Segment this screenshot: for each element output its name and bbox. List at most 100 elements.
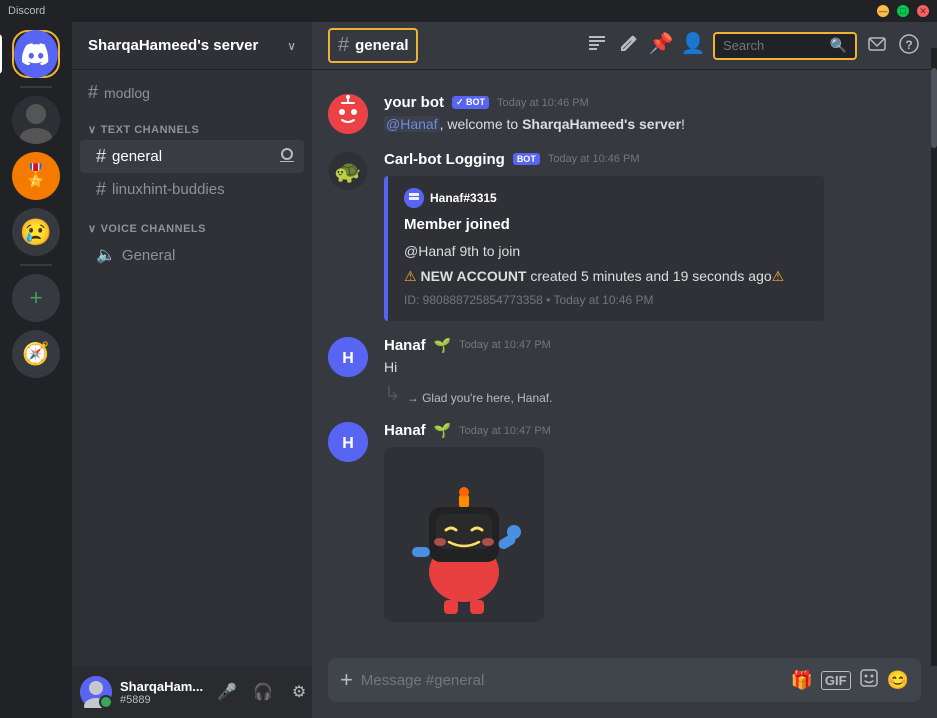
hanaf1-time: Today at 10:47 PM bbox=[459, 339, 551, 351]
embed-author: Hanaf#3315 bbox=[404, 188, 808, 208]
warning-icon-right: ⚠ bbox=[772, 268, 785, 284]
hanaf-mention[interactable]: @Hanaf bbox=[384, 116, 440, 132]
carlbot-embed: Hanaf#3315 Member joined @Hanaf 9th to j… bbox=[384, 176, 824, 321]
add-member-topbar-icon[interactable]: 👤 bbox=[681, 32, 705, 56]
hash-icon-linuxhint: # bbox=[96, 179, 106, 200]
search-box[interactable]: 🔍 bbox=[713, 32, 857, 60]
bot-badge-yourbot: ✓ BOT bbox=[452, 96, 489, 109]
new-member-badge: 🌱 bbox=[434, 337, 451, 354]
category-label: TEXT CHANNELS bbox=[101, 124, 200, 136]
reply-text: → Glad you're here, Hanaf. bbox=[407, 391, 553, 405]
message-input[interactable] bbox=[361, 672, 783, 689]
attach-button[interactable]: + bbox=[340, 667, 353, 693]
voice-channel-general[interactable]: 🔈 General bbox=[80, 239, 304, 271]
speaker-icon: 🔈 bbox=[96, 245, 116, 265]
plus-icon: + bbox=[30, 285, 43, 311]
home-icon bbox=[14, 30, 58, 78]
channel-item-modlog[interactable]: # modlog bbox=[72, 78, 312, 107]
gift-icon[interactable]: 🎁 bbox=[790, 670, 812, 691]
carlbot-author: Carl-bot Logging bbox=[384, 151, 505, 168]
add-member-icon[interactable] bbox=[280, 147, 296, 166]
mute-button[interactable]: 🎤 bbox=[211, 676, 243, 708]
scrollbar-track[interactable] bbox=[931, 48, 937, 666]
search-icon: 🔍 bbox=[830, 37, 847, 54]
message-group-hanaf2: H Hanaf 🌱 Today at 10:47 PM bbox=[328, 414, 921, 630]
input-icons: 🎁 GIF 😊 bbox=[790, 668, 909, 693]
window-controls: — □ ✕ bbox=[877, 5, 929, 17]
emoji-server-avatar: 😢 bbox=[12, 208, 60, 256]
message-group-hanaf1: H Hanaf 🌱 Today at 10:47 PM Hi bbox=[328, 329, 921, 386]
topbar-channel-name: general bbox=[355, 37, 408, 54]
svg-text:🐢: 🐢 bbox=[334, 159, 361, 184]
embed-field3: ID: 980888725854773358 • Today at 10:46 … bbox=[404, 291, 808, 309]
hash-icon: # bbox=[88, 82, 98, 103]
server-divider-2 bbox=[20, 264, 52, 266]
carlbot-avatar: 🐢 bbox=[328, 151, 368, 191]
message-input-box: + 🎁 GIF 😊 bbox=[328, 658, 921, 702]
edit-icon[interactable] bbox=[617, 32, 641, 56]
search-input[interactable] bbox=[723, 38, 824, 53]
user-discriminator: #5889 bbox=[120, 694, 203, 706]
hanaf2-message-header: Hanaf 🌱 Today at 10:47 PM bbox=[384, 422, 921, 439]
sticker-icon[interactable] bbox=[859, 668, 879, 693]
pin-icon[interactable]: 📌 bbox=[649, 32, 673, 56]
inbox-icon[interactable] bbox=[865, 32, 889, 56]
robot-sticker bbox=[394, 452, 534, 617]
chevron-icon: ∨ bbox=[88, 123, 97, 136]
hanaf1-message-header: Hanaf 🌱 Today at 10:47 PM bbox=[384, 337, 921, 354]
server-divider bbox=[20, 86, 52, 88]
minimize-button[interactable]: — bbox=[877, 5, 889, 17]
hanaf2-author: Hanaf bbox=[384, 422, 426, 439]
voice-category-label: VOICE CHANNELS bbox=[101, 223, 206, 235]
voice-channel-name: General bbox=[122, 247, 175, 264]
hanaf1-message-content: Hanaf 🌱 Today at 10:47 PM Hi bbox=[384, 337, 921, 378]
sticker-container bbox=[384, 447, 544, 622]
server-icon-emoji[interactable]: 😢 bbox=[12, 208, 60, 256]
carlbot-message-header: Carl-bot Logging BOT Today at 10:46 PM bbox=[384, 151, 921, 168]
add-server-button[interactable]: + bbox=[12, 274, 60, 322]
channel-name-modlog: modlog bbox=[104, 85, 150, 101]
new-member-badge-2: 🌱 bbox=[434, 422, 451, 439]
topbar-hash-icon: # bbox=[338, 34, 349, 57]
threads-icon[interactable] bbox=[585, 32, 609, 56]
reply-indicator: ↳ → Glad you're here, Hanaf. bbox=[328, 385, 921, 410]
help-icon[interactable]: ? bbox=[897, 32, 921, 56]
message-group-hanaf2-container: ↳ → Glad you're here, Hanaf. H Hanaf 🌱 bbox=[328, 385, 921, 630]
user-controls: 🎤 🎧 ⚙ bbox=[211, 676, 315, 708]
server-header[interactable]: SharqaHameed's server ∨ bbox=[72, 22, 312, 70]
channel-item-linuxhint[interactable]: # linuxhint-buddies bbox=[80, 173, 304, 206]
stack-server-avatar: 🎖️ bbox=[12, 152, 60, 200]
settings-button[interactable]: ⚙ bbox=[283, 676, 315, 708]
svg-text:H: H bbox=[342, 435, 354, 452]
yourbot-message-content: your bot ✓ BOT Today at 10:46 PM @Hanaf,… bbox=[384, 94, 921, 135]
channel-name-general: general bbox=[112, 148, 274, 165]
sharqa-server-avatar bbox=[12, 96, 60, 144]
scrollbar-thumb[interactable] bbox=[931, 68, 937, 148]
server-icon-stack[interactable]: 🎖️ bbox=[12, 152, 60, 200]
server-icon-sharqa[interactable] bbox=[12, 96, 60, 144]
close-button[interactable]: ✕ bbox=[917, 5, 929, 17]
svg-text:?: ? bbox=[905, 38, 912, 52]
maximize-button[interactable]: □ bbox=[897, 5, 909, 17]
yourbot-message-header: your bot ✓ BOT Today at 10:46 PM bbox=[384, 94, 921, 111]
embed-author-name: Hanaf#3315 bbox=[430, 191, 497, 205]
user-info: SharqaHam... #5889 bbox=[120, 679, 203, 706]
explore-servers-button[interactable]: 🧭 bbox=[12, 330, 60, 378]
category-voice-channels[interactable]: ∨ VOICE CHANNELS bbox=[72, 206, 312, 239]
compass-icon: 🧭 bbox=[12, 330, 60, 378]
bot-badge-carlbot: BOT bbox=[513, 153, 540, 165]
message-group-yourbot: your bot ✓ BOT Today at 10:46 PM @Hanaf,… bbox=[328, 86, 921, 143]
hanaf-embed-mention[interactable]: @Hanaf bbox=[404, 243, 456, 259]
chevron-icon-voice: ∨ bbox=[88, 222, 97, 235]
server-icon-home[interactable] bbox=[12, 30, 60, 78]
gif-icon[interactable]: GIF bbox=[821, 671, 851, 690]
topbar-icons: 📌 👤 🔍 ? bbox=[585, 32, 921, 60]
svg-text:H: H bbox=[342, 350, 354, 367]
deafen-button[interactable]: 🎧 bbox=[247, 676, 279, 708]
category-text-channels[interactable]: ∨ TEXT CHANNELS bbox=[72, 107, 312, 140]
channel-list: # modlog ∨ TEXT CHANNELS # general # lin… bbox=[72, 70, 312, 666]
channel-item-general[interactable]: # general bbox=[80, 140, 304, 173]
user-avatar bbox=[80, 676, 112, 708]
emoji-icon[interactable]: 😊 bbox=[887, 670, 909, 691]
message-group-carlbot: 🐢 Carl-bot Logging BOT Today at 10:46 PM bbox=[328, 143, 921, 329]
